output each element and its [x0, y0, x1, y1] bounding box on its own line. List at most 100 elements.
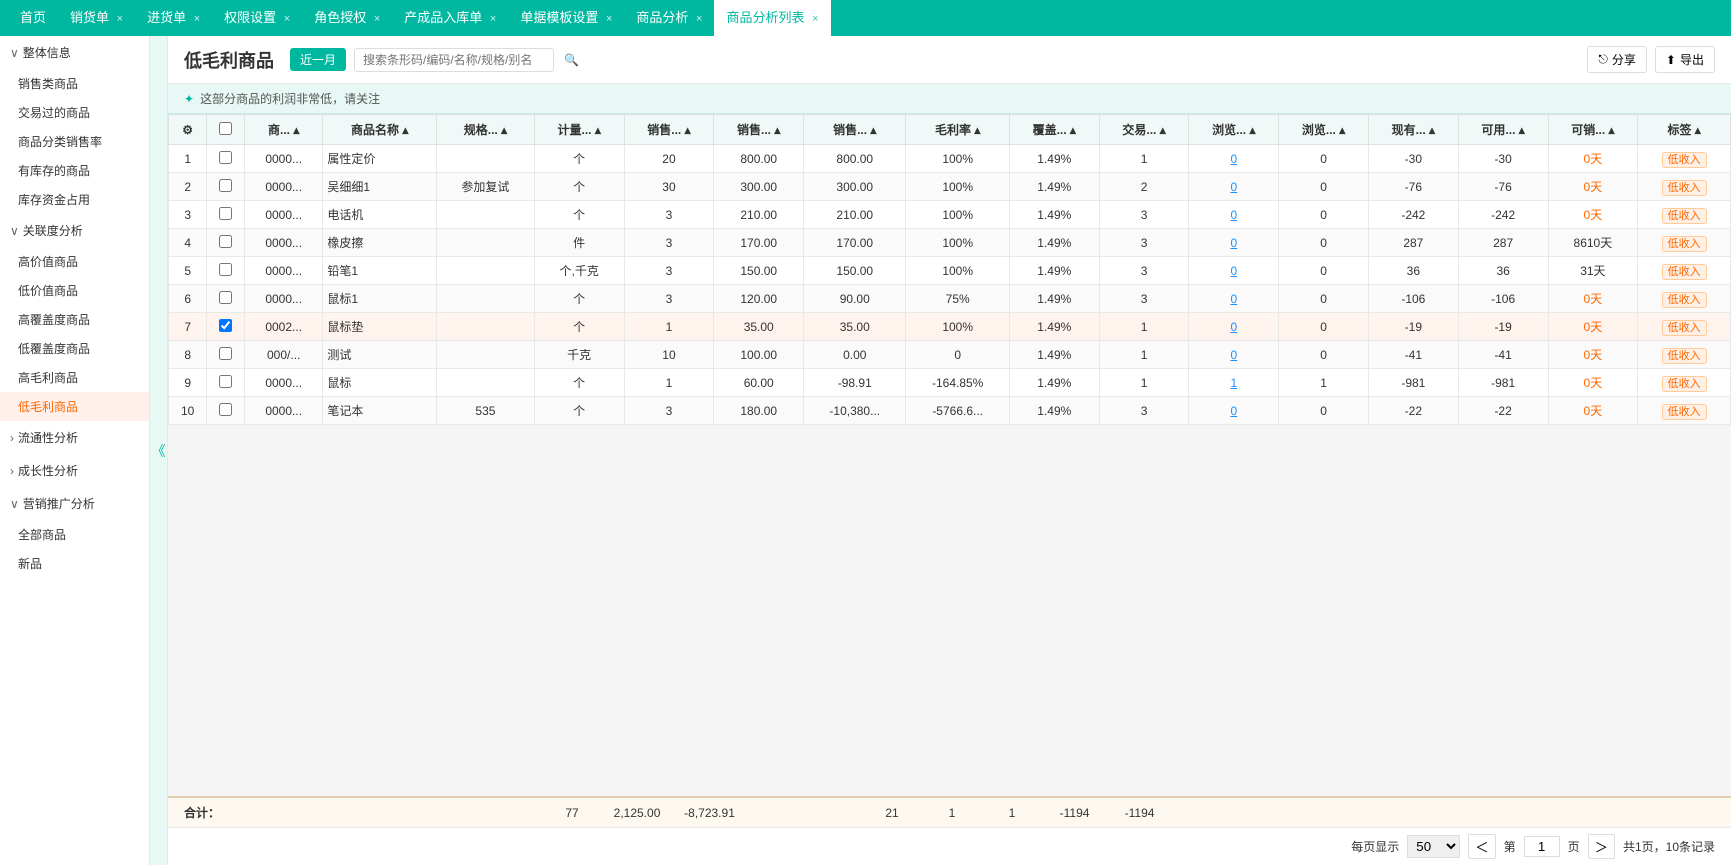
col-sale2[interactable]: 销售... ▴ — [714, 115, 804, 145]
col-spec[interactable]: 规格... ▴ — [437, 115, 535, 145]
col-sale3[interactable]: 销售... ▴ — [804, 115, 906, 145]
col-code[interactable]: 商... ▴ — [245, 115, 323, 145]
sidebar-item-low-value[interactable]: 低价值商品 — [0, 276, 149, 305]
nav-product-entry[interactable]: 产成品入库单 × — [392, 0, 508, 36]
row-checkbox[interactable] — [207, 341, 245, 369]
row-view1[interactable]: 0 — [1189, 285, 1279, 313]
close-role-auth-icon[interactable]: × — [374, 13, 380, 25]
nav-sales-order[interactable]: 销货单 × — [58, 0, 135, 36]
col-gross-rate[interactable]: 毛利率 ▴ — [906, 115, 1009, 145]
row-checkbox[interactable] — [207, 229, 245, 257]
share-btn[interactable]: ⎋ 分享 — [1587, 46, 1647, 73]
sidebar-group-growth[interactable]: › 成长性分析 — [0, 454, 149, 487]
table-row[interactable]: 4 0000... 橡皮擦 件 3 170.00 170.00 100% 1.4… — [169, 229, 1731, 257]
col-unit[interactable]: 计量... ▴ — [534, 115, 624, 145]
nav-template-settings[interactable]: 单据模板设置 × — [508, 0, 624, 36]
col-view2[interactable]: 浏览... ▴ — [1279, 115, 1369, 145]
nav-product-analysis-list[interactable]: 商品分析列表 × — [714, 0, 830, 36]
sidebar-item-traded-goods[interactable]: 交易过的商品 — [0, 98, 149, 127]
row-view1[interactable]: 0 — [1189, 173, 1279, 201]
close-permissions-icon[interactable]: × — [284, 13, 290, 25]
row-checkbox[interactable] — [207, 201, 245, 229]
sidebar-item-capital-usage[interactable]: 库存资金占用 — [0, 185, 149, 214]
row-checkbox[interactable] — [207, 369, 245, 397]
nav-product-analysis[interactable]: 商品分析 × — [624, 0, 714, 36]
row-no: 10 — [169, 397, 207, 425]
row-coverage: 1.49% — [1009, 173, 1099, 201]
row-checkbox[interactable] — [207, 173, 245, 201]
sidebar-item-sales-goods[interactable]: 销售类商品 — [0, 69, 149, 98]
row-view1[interactable]: 0 — [1189, 229, 1279, 257]
row-sale1: 3 — [624, 285, 714, 313]
sidebar-item-category-sales-rate[interactable]: 商品分类销售率 — [0, 127, 149, 156]
sidebar-item-high-margin[interactable]: 高毛利商品 — [0, 363, 149, 392]
data-table: ⚙ 商... ▴ 商品名称 ▴ 规格... ▴ 计量... ▴ 销售... ▴ … — [168, 114, 1731, 425]
sidebar-group-coverage-analysis[interactable]: ∨ 关联度分析 — [0, 214, 149, 247]
close-purchase-order-icon[interactable]: × — [194, 13, 200, 25]
table-row[interactable]: 3 0000... 电话机 个 3 210.00 210.00 100% 1.4… — [169, 201, 1731, 229]
sidebar-collapse-btn[interactable]: 《 — [150, 36, 168, 865]
nav-permissions[interactable]: 权限设置 × — [212, 0, 302, 36]
row-checkbox[interactable] — [207, 145, 245, 173]
close-product-entry-icon[interactable]: × — [490, 13, 496, 25]
close-sales-order-icon[interactable]: × — [117, 13, 123, 25]
row-gross-rate: -5766.6... — [906, 397, 1009, 425]
col-current[interactable]: 现有... ▴ — [1368, 115, 1458, 145]
per-page-select[interactable]: 50 100 200 — [1407, 835, 1460, 858]
sidebar-item-low-margin[interactable]: 低毛利商品 — [0, 392, 149, 421]
row-view1[interactable]: 0 — [1189, 201, 1279, 229]
col-settings[interactable]: ⚙ — [169, 115, 207, 145]
col-saleable[interactable]: 可销... ▴ — [1548, 115, 1638, 145]
row-transaction: 1 — [1099, 145, 1189, 173]
table-row[interactable]: 6 0000... 鼠标1 个 3 120.00 90.00 75% 1.49%… — [169, 285, 1731, 313]
col-view1[interactable]: 浏览... ▴ — [1189, 115, 1279, 145]
nav-home[interactable]: 首页 — [8, 0, 58, 36]
sidebar-item-all-goods[interactable]: 全部商品 — [0, 520, 149, 549]
close-template-settings-icon[interactable]: × — [606, 13, 612, 25]
close-product-analysis-list-icon[interactable]: × — [812, 13, 818, 25]
row-view1[interactable]: 0 — [1189, 313, 1279, 341]
nav-role-auth[interactable]: 角色授权 × — [302, 0, 392, 36]
row-view1[interactable]: 1 — [1189, 369, 1279, 397]
table-row[interactable]: 1 0000... 属性定价 个 20 800.00 800.00 100% 1… — [169, 145, 1731, 173]
row-checkbox[interactable] — [207, 397, 245, 425]
sidebar-item-high-value[interactable]: 高价值商品 — [0, 247, 149, 276]
sidebar-item-new-goods[interactable]: 新品 — [0, 549, 149, 578]
sidebar-group-marketing[interactable]: ∨ 营销推广分析 — [0, 487, 149, 520]
filter-recent-month-btn[interactable]: 近一月 — [290, 48, 346, 71]
export-btn[interactable]: ⬆ 导出 — [1655, 46, 1715, 73]
page-input[interactable] — [1524, 836, 1560, 857]
close-product-analysis-icon[interactable]: × — [696, 13, 702, 25]
col-available[interactable]: 可用... ▴ — [1458, 115, 1548, 145]
col-sale1[interactable]: 销售... ▴ — [624, 115, 714, 145]
table-row[interactable]: 2 0000... 吴细细1 参加复试 个 30 300.00 300.00 1… — [169, 173, 1731, 201]
table-row[interactable]: 10 0000... 笔记本 535 个 3 180.00 -10,380...… — [169, 397, 1731, 425]
col-coverage[interactable]: 覆盖... ▴ — [1009, 115, 1099, 145]
next-page-btn[interactable]: ＞ — [1588, 834, 1615, 859]
sidebar-group-overall-info[interactable]: ∨ 整体信息 — [0, 36, 149, 69]
col-tag[interactable]: 标签 ▴ — [1638, 115, 1731, 145]
sidebar-item-in-stock[interactable]: 有库存的商品 — [0, 156, 149, 185]
search-input[interactable] — [354, 48, 554, 72]
row-checkbox[interactable] — [207, 285, 245, 313]
row-view1[interactable]: 0 — [1189, 341, 1279, 369]
table-row[interactable]: 5 0000... 铅笔1 个,千克 3 150.00 150.00 100% … — [169, 257, 1731, 285]
table-row[interactable]: 7 0002... 鼠标垫 个 1 35.00 35.00 100% 1.49%… — [169, 313, 1731, 341]
row-transaction: 1 — [1099, 341, 1189, 369]
select-all-checkbox[interactable] — [219, 122, 232, 135]
col-name[interactable]: 商品名称 ▴ — [323, 115, 437, 145]
row-view1[interactable]: 0 — [1189, 397, 1279, 425]
nav-purchase-order[interactable]: 进货单 × — [135, 0, 212, 36]
row-view1[interactable]: 0 — [1189, 145, 1279, 173]
sidebar-item-low-coverage[interactable]: 低覆盖度商品 — [0, 334, 149, 363]
sidebar-item-high-coverage[interactable]: 高覆盖度商品 — [0, 305, 149, 334]
prev-page-btn[interactable]: ＜ — [1468, 834, 1495, 859]
table-row[interactable]: 8 000/... 测试 千克 10 100.00 0.00 0 1.49% 1… — [169, 341, 1731, 369]
row-checkbox[interactable] — [207, 257, 245, 285]
row-checkbox[interactable] — [207, 313, 245, 341]
col-transaction[interactable]: 交易... ▴ — [1099, 115, 1189, 145]
sidebar-group-liquidity[interactable]: › 流通性分析 — [0, 421, 149, 454]
row-view1[interactable]: 0 — [1189, 257, 1279, 285]
search-icon[interactable]: 🔍 — [564, 53, 579, 67]
table-row[interactable]: 9 0000... 鼠标 个 1 60.00 -98.91 -164.85% 1… — [169, 369, 1731, 397]
